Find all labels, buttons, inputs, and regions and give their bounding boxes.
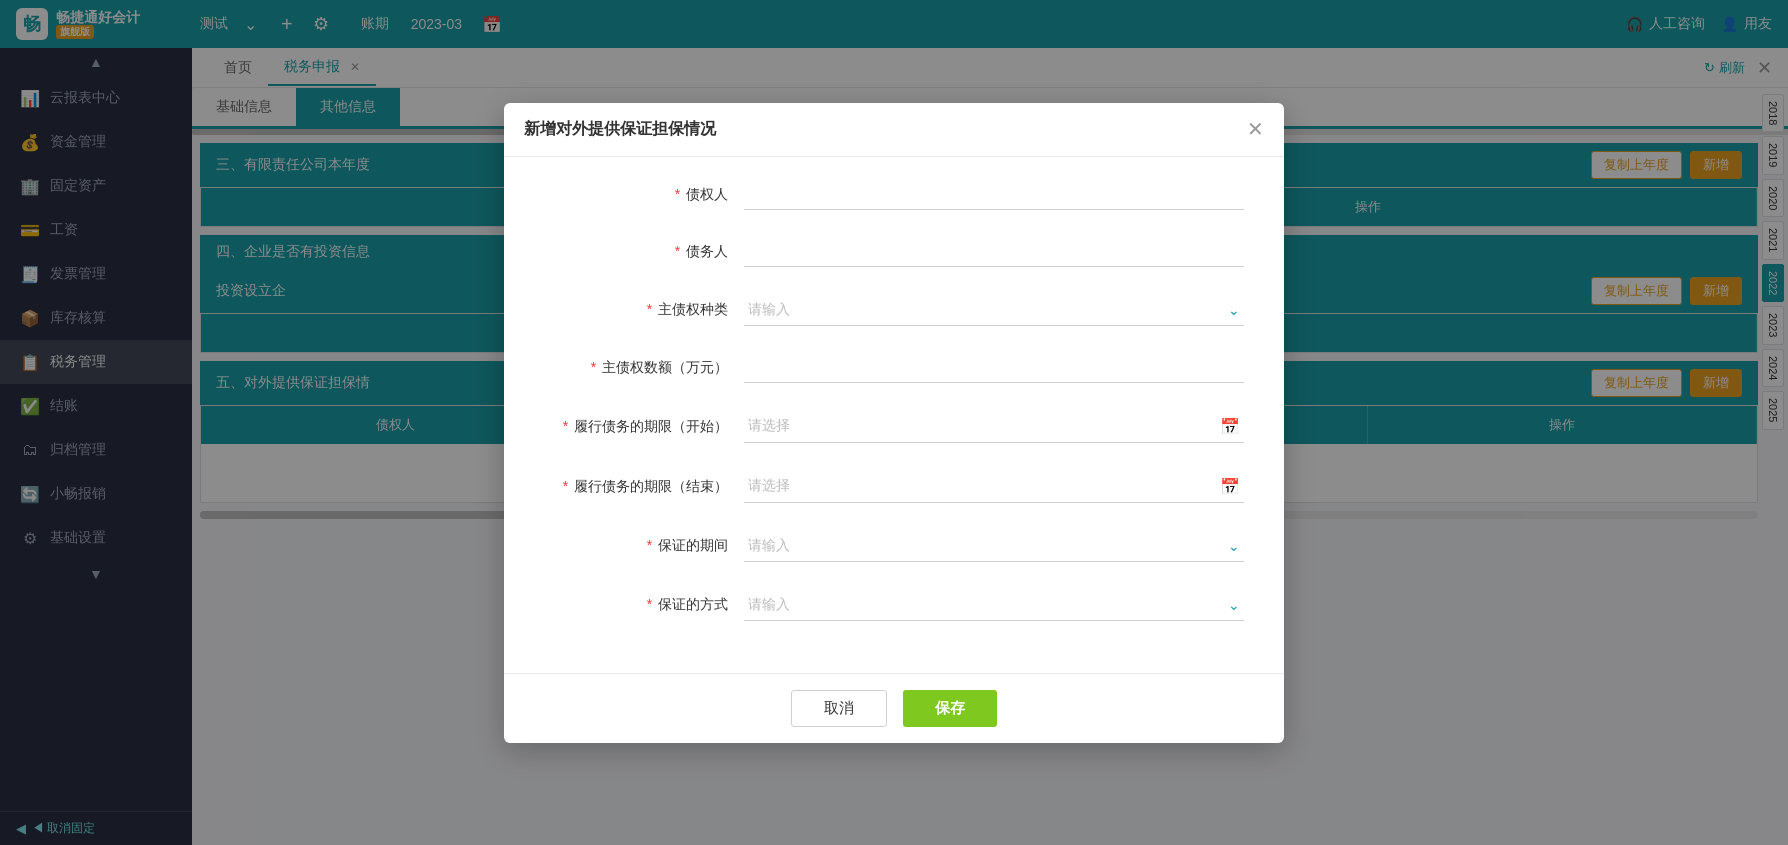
label-claim-type: * 主债权种类 bbox=[544, 301, 744, 319]
chevron-down-icon-guarantee-period: ⌄ bbox=[1228, 538, 1240, 554]
select-guarantee-method[interactable]: 请输入 ⌄ bbox=[744, 590, 1244, 621]
label-period-end: * 履行债务的期限（结束） bbox=[544, 478, 744, 496]
date-period-end[interactable]: 请选择 📅 bbox=[744, 471, 1244, 503]
select-guarantee-period-placeholder: 请输入 bbox=[748, 537, 1228, 555]
form-row-period-start: * 履行债务的期限（开始） 请选择 📅 bbox=[544, 411, 1244, 443]
calendar-end-icon: 📅 bbox=[1220, 477, 1240, 496]
label-guarantee-method: * 保证的方式 bbox=[544, 596, 744, 614]
modal: 新增对外提供保证担保情况 ✕ * 债权人 * 债务人 bbox=[504, 103, 1284, 743]
label-guarantee-period: * 保证的期间 bbox=[544, 537, 744, 555]
form-row-debtor: * 债务人 bbox=[544, 238, 1244, 267]
form-row-creditor: * 债权人 bbox=[544, 181, 1244, 210]
modal-close-btn[interactable]: ✕ bbox=[1247, 119, 1264, 139]
select-guarantee-method-placeholder: 请输入 bbox=[748, 596, 1228, 614]
modal-header: 新增对外提供保证担保情况 ✕ bbox=[504, 103, 1284, 157]
calendar-start-icon: 📅 bbox=[1220, 417, 1240, 436]
input-creditor[interactable] bbox=[744, 181, 1244, 210]
save-button[interactable]: 保存 bbox=[903, 690, 997, 727]
input-debtor[interactable] bbox=[744, 238, 1244, 267]
date-period-start[interactable]: 请选择 📅 bbox=[744, 411, 1244, 443]
select-claim-type[interactable]: 请输入 ⌄ bbox=[744, 295, 1244, 326]
chevron-down-icon-claim-type: ⌄ bbox=[1228, 302, 1240, 318]
modal-body: * 债权人 * 债务人 * 主债权种类 请输入 bbox=[504, 157, 1284, 673]
label-debtor: * 债务人 bbox=[544, 243, 744, 261]
label-claim-amount: * 主债权数额（万元） bbox=[544, 359, 744, 377]
form-row-claim-type: * 主债权种类 请输入 ⌄ bbox=[544, 295, 1244, 326]
cancel-button[interactable]: 取消 bbox=[791, 690, 887, 727]
select-claim-type-placeholder: 请输入 bbox=[748, 301, 1228, 319]
label-creditor: * 债权人 bbox=[544, 186, 744, 204]
date-end-placeholder: 请选择 bbox=[748, 477, 1220, 495]
date-start-placeholder: 请选择 bbox=[748, 417, 1220, 435]
form-row-claim-amount: * 主债权数额（万元） bbox=[544, 354, 1244, 383]
form-row-guarantee-method: * 保证的方式 请输入 ⌄ bbox=[544, 590, 1244, 621]
modal-overlay: 新增对外提供保证担保情况 ✕ * 债权人 * 债务人 bbox=[0, 0, 1788, 845]
input-claim-amount[interactable] bbox=[744, 354, 1244, 383]
select-guarantee-period[interactable]: 请输入 ⌄ bbox=[744, 531, 1244, 562]
label-period-start: * 履行债务的期限（开始） bbox=[544, 418, 744, 436]
form-row-period-end: * 履行债务的期限（结束） 请选择 📅 bbox=[544, 471, 1244, 503]
form-row-guarantee-period: * 保证的期间 请输入 ⌄ bbox=[544, 531, 1244, 562]
chevron-down-icon-guarantee-method: ⌄ bbox=[1228, 597, 1240, 613]
modal-title: 新增对外提供保证担保情况 bbox=[524, 119, 716, 140]
modal-footer: 取消 保存 bbox=[504, 673, 1284, 743]
